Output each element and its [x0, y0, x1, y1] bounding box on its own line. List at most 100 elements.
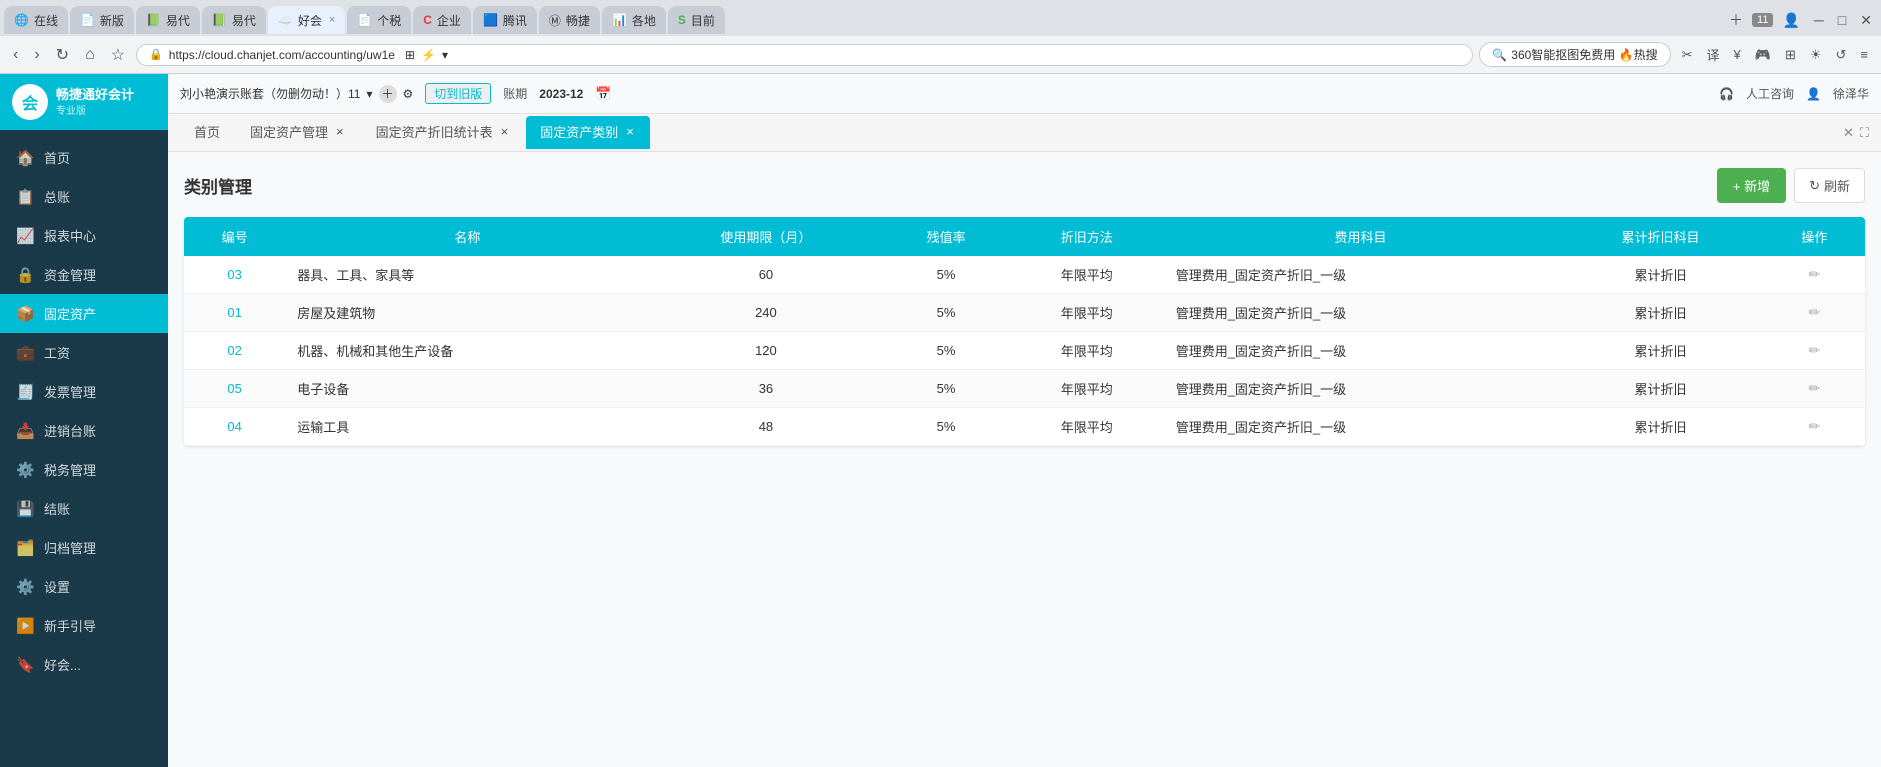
browser-tab-tengxun[interactable]: 🟦 腾讯	[473, 6, 537, 34]
browser-tab-gesui[interactable]: 📄 个税	[347, 6, 411, 34]
browser-tab-haohui[interactable]: ☁️ 好会 ×	[268, 6, 345, 34]
col-residual: 残值率	[882, 217, 1010, 256]
tab-asset-category[interactable]: 固定资产类别 ×	[526, 116, 650, 149]
sidebar-label-reports: 报表中心	[44, 226, 96, 245]
reload-button[interactable]: ↻	[51, 43, 74, 67]
expand-window-icon[interactable]: ⛶	[1860, 125, 1869, 141]
invoice-icon: 🧾	[16, 383, 34, 401]
settings-icon[interactable]: ⚙	[403, 87, 414, 101]
edit-icon[interactable]: ✏	[1808, 380, 1820, 396]
dropdown-icon[interactable]: ▾	[442, 48, 448, 62]
cell-accum: 累计折旧	[1557, 294, 1763, 332]
bookmark-button[interactable]: ☆	[106, 43, 130, 67]
sidebar-item-misc[interactable]: 🔖 好会...	[0, 645, 168, 684]
tab-close-icon[interactable]: ×	[329, 14, 335, 26]
new-tab-button[interactable]: ＋	[1724, 8, 1748, 32]
cell-edit[interactable]: ✏	[1764, 294, 1865, 332]
cell-edit[interactable]: ✏	[1764, 370, 1865, 408]
tab-depreciation-close-icon[interactable]: ×	[499, 124, 511, 139]
refresh-label: 刷新	[1824, 176, 1850, 195]
url-box[interactable]: 🔒 https://cloud.chanjet.com/accounting/u…	[136, 44, 1473, 66]
tab-home[interactable]: 首页	[180, 116, 234, 149]
browser-tab-zaixin[interactable]: 🌐 在线	[4, 6, 68, 34]
refresh-icon: ↻	[1809, 178, 1820, 194]
tax-icon: ⚙️	[16, 461, 34, 479]
maximize-button[interactable]: □	[1833, 10, 1851, 30]
cell-code[interactable]: 03	[184, 256, 285, 294]
browser-tab-yidai2[interactable]: 📗 易代	[202, 6, 266, 34]
sidebar-item-archive[interactable]: 🗂️ 归档管理	[0, 528, 168, 567]
sun-tool[interactable]: ☀	[1805, 45, 1827, 65]
browser-tab-xinban[interactable]: 📄 新版	[70, 6, 134, 34]
sidebar-item-home[interactable]: 🏠 首页	[0, 138, 168, 177]
refresh-button[interactable]: ↻ 刷新	[1794, 168, 1865, 203]
undo-tool[interactable]: ↺	[1831, 45, 1852, 65]
dropdown-icon[interactable]: ▾	[366, 87, 372, 101]
minimize-button[interactable]: ─	[1809, 10, 1829, 30]
forward-button[interactable]: ›	[29, 44, 44, 66]
action-buttons: + 新增 ↻ 刷新	[1717, 168, 1865, 203]
sidebar-logo: 会 畅捷通好会计 专业版	[0, 74, 168, 130]
tab-icon: 📗	[212, 13, 227, 27]
tab-category-close-icon[interactable]: ×	[624, 124, 636, 139]
sidebar-item-fixed-assets[interactable]: 📦 固定资产	[0, 294, 168, 333]
edit-icon[interactable]: ✏	[1808, 342, 1820, 358]
sidebar-item-tax[interactable]: ⚙️ 税务管理	[0, 450, 168, 489]
add-account-icon[interactable]: ＋	[379, 85, 397, 103]
cell-code[interactable]: 04	[184, 408, 285, 446]
sidebar-item-funds[interactable]: 🔒 资金管理	[0, 255, 168, 294]
translate-tool[interactable]: 译	[1702, 43, 1725, 66]
tab-icon: ☁️	[278, 13, 293, 27]
cell-edit[interactable]: ✏	[1764, 408, 1865, 446]
main-content: 刘小艳演示账套（勿删勿动！）11 ▾ ＋ ⚙ 切到旧版 账期 2023-12 📅…	[168, 74, 1881, 767]
cell-edit[interactable]: ✏	[1764, 256, 1865, 294]
table-row: 02 机器、机械和其他生产设备 120 5% 年限平均 管理费用_固定资产折旧_…	[184, 332, 1865, 370]
period-value: 2023-12	[539, 87, 583, 101]
profile-button[interactable]: 👤	[1777, 10, 1804, 31]
tab-depreciation-stats[interactable]: 固定资产折旧统计表 ×	[362, 116, 525, 149]
search-box[interactable]: 🔍 360智能抠图免费用 🔥热搜	[1479, 42, 1670, 67]
collapse-window-icon[interactable]: ✕	[1843, 125, 1854, 141]
menu-tool[interactable]: ≡	[1855, 45, 1873, 64]
sidebar-item-guide[interactable]: ▶️ 新手引导	[0, 606, 168, 645]
cell-code[interactable]: 01	[184, 294, 285, 332]
switch-version-button[interactable]: 切到旧版	[425, 83, 491, 104]
edit-icon[interactable]: ✏	[1808, 418, 1820, 434]
wallet-tool[interactable]: ¥	[1729, 45, 1746, 64]
page-tabs: 首页 固定资产管理 × 固定资产折旧统计表 × 固定资产类别 × ✕ ⛶	[168, 114, 1881, 152]
edit-icon[interactable]: ✏	[1808, 304, 1820, 320]
url-text: https://cloud.chanjet.com/accounting/uw1…	[169, 48, 395, 62]
sidebar-item-settings[interactable]: ⚙️ 设置	[0, 567, 168, 606]
sidebar-item-sales[interactable]: 📥 进销台账	[0, 411, 168, 450]
sidebar-item-payroll[interactable]: 💼 工资	[0, 333, 168, 372]
cell-months: 48	[650, 408, 883, 446]
tab-icon: 📄	[357, 13, 372, 27]
cell-edit[interactable]: ✏	[1764, 332, 1865, 370]
browser-tab-qiye[interactable]: C 企业	[413, 6, 471, 34]
calendar-icon[interactable]: 📅	[595, 86, 611, 102]
sidebar-item-reports[interactable]: 📈 报表中心	[0, 216, 168, 255]
game-tool[interactable]: 🎮	[1750, 45, 1776, 65]
tab-bar-actions: ＋ 11 👤 ─ □ ✕	[1724, 8, 1877, 32]
sidebar-item-close[interactable]: 💾 结账	[0, 489, 168, 528]
browser-tab-gedi[interactable]: 📊 各地	[602, 6, 666, 34]
edit-icon[interactable]: ✏	[1808, 266, 1820, 282]
service-label[interactable]: 人工咨询	[1746, 85, 1794, 102]
cell-code[interactable]: 02	[184, 332, 285, 370]
browser-tab-changjie[interactable]: Ⓜ 畅捷	[539, 6, 600, 34]
grid-tool[interactable]: ⊞	[1780, 45, 1801, 65]
browser-tab-yidai1[interactable]: 📗 易代	[136, 6, 200, 34]
cell-name: 房屋及建筑物	[285, 294, 649, 332]
sidebar-item-general-ledger[interactable]: 📋 总账	[0, 177, 168, 216]
add-button[interactable]: + 新增	[1717, 168, 1786, 203]
browser-tab-muqian[interactable]: S 目前	[668, 6, 725, 34]
cell-code[interactable]: 05	[184, 370, 285, 408]
tab-fixed-assets-mgmt[interactable]: 固定资产管理 ×	[236, 116, 360, 149]
close-button[interactable]: ✕	[1855, 10, 1877, 31]
tab-assets-close-icon[interactable]: ×	[334, 124, 346, 139]
scissors-tool[interactable]: ✂	[1677, 45, 1698, 65]
sidebar-item-invoice[interactable]: 🧾 发票管理	[0, 372, 168, 411]
back-button[interactable]: ‹	[8, 44, 23, 66]
home-button[interactable]: ⌂	[80, 44, 100, 66]
app-container: 会 畅捷通好会计 专业版 🏠 首页 📋 总账 📈 报表中心 🔒 资金管理	[0, 74, 1881, 767]
